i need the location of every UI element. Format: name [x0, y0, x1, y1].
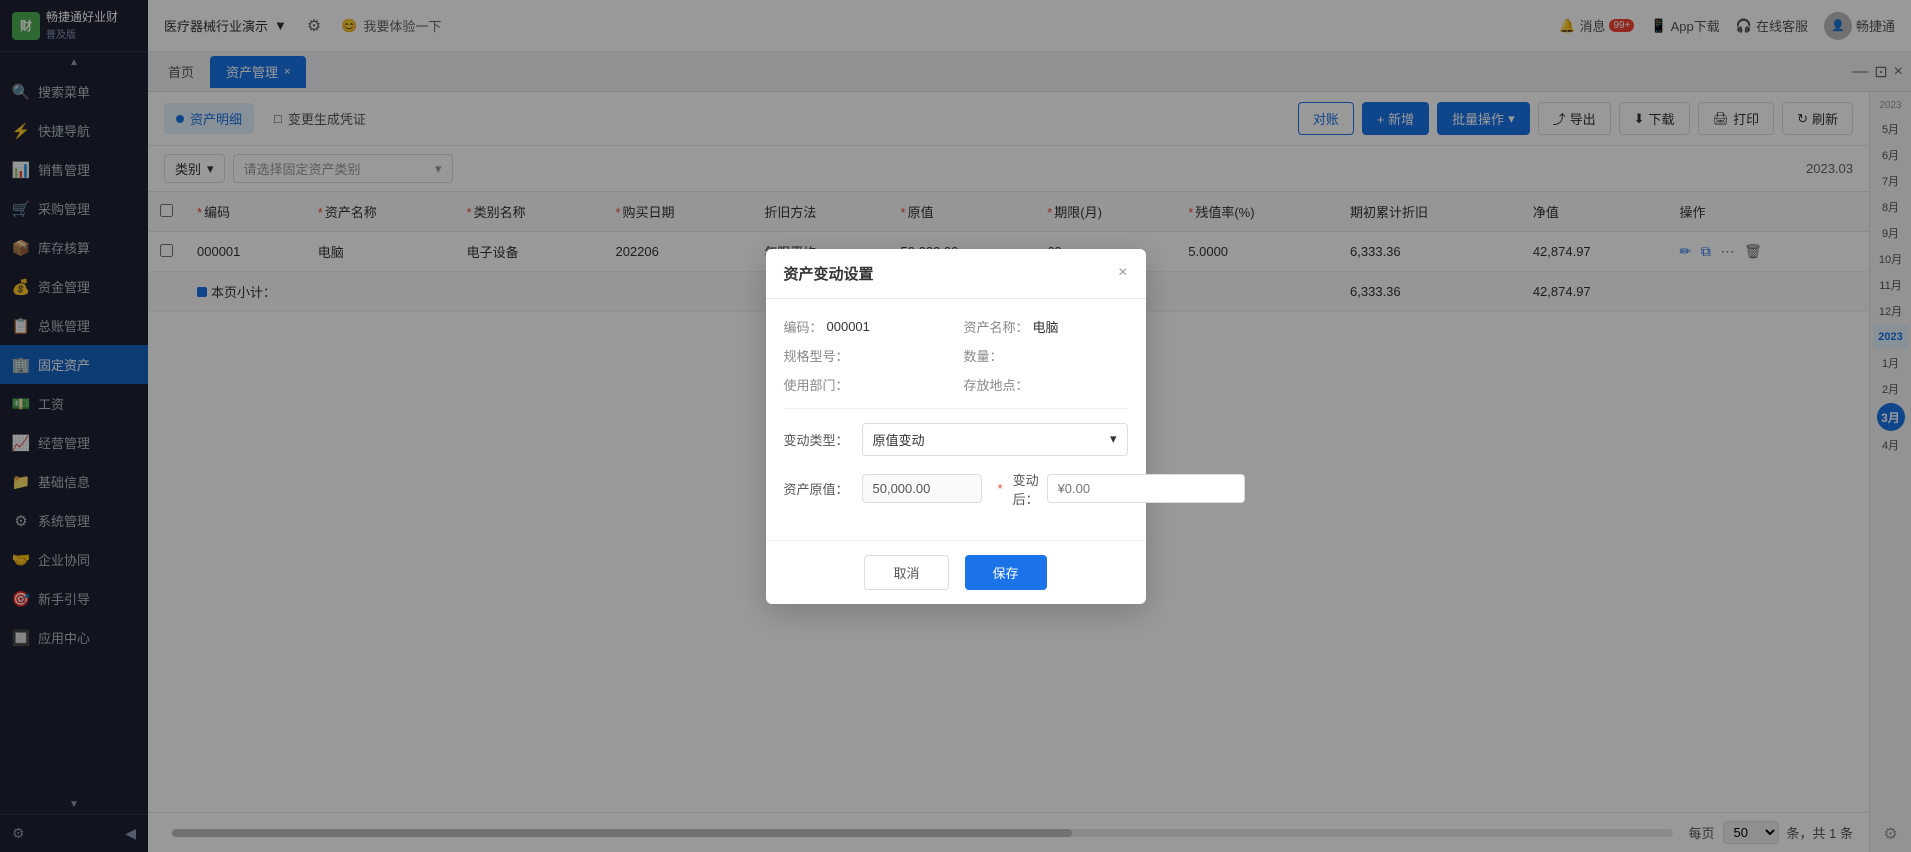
modal-body: 编码： 000001 资产名称： 电脑 规格型号： 数量： 使用部门：: [766, 299, 1146, 540]
modal-after-change-label: 变动后：: [1013, 470, 1039, 508]
modal-change-type-select[interactable]: 原值变动 ▾: [862, 423, 1128, 456]
modal-asset-value-input: [862, 474, 982, 503]
modal-required-mark: *: [998, 481, 1003, 496]
modal-change-type-value: 原值变动: [873, 430, 925, 449]
modal-after-change-input[interactable]: [1047, 474, 1245, 503]
modal-storage-label: 存放地点：: [964, 375, 1029, 394]
modal-code-item: 编码： 000001: [784, 317, 948, 336]
modal-spec-label: 规格型号：: [784, 346, 849, 365]
modal-code-label: 编码：: [784, 317, 823, 336]
modal-header: 资产变动设置 ×: [766, 249, 1146, 299]
modal-save-button[interactable]: 保存: [965, 555, 1047, 590]
modal-spec-item: 规格型号：: [784, 346, 948, 365]
modal-change-type-row: 变动类型： 原值变动 ▾: [784, 423, 1128, 456]
modal-quantity-label: 数量：: [964, 346, 1003, 365]
modal-dept-label: 使用部门：: [784, 375, 849, 394]
modal-change-type-arrow-icon: ▾: [1110, 431, 1117, 447]
modal-footer: 取消 保存: [766, 540, 1146, 604]
modal-info-grid: 编码： 000001 资产名称： 电脑 规格型号： 数量： 使用部门：: [784, 317, 1128, 409]
modal-asset-value-row: 资产原值： * 变动后：: [784, 470, 1128, 508]
modal-change-type-label: 变动类型：: [784, 430, 854, 449]
modal-storage-item: 存放地点：: [964, 375, 1128, 394]
modal-dept-item: 使用部门：: [784, 375, 948, 394]
modal-asset-name-label: 资产名称：: [964, 317, 1029, 336]
modal-title: 资产变动设置: [784, 263, 874, 284]
modal-overlay: 资产变动设置 × 编码： 000001 资产名称： 电脑 规格型号： 数量：: [0, 0, 1911, 852]
modal-close-btn[interactable]: ×: [1118, 264, 1127, 282]
asset-change-modal: 资产变动设置 × 编码： 000001 资产名称： 电脑 规格型号： 数量：: [766, 249, 1146, 604]
modal-cancel-button[interactable]: 取消: [864, 555, 948, 590]
modal-quantity-item: 数量：: [964, 346, 1128, 365]
modal-asset-name-item: 资产名称： 电脑: [964, 317, 1128, 336]
modal-asset-name-value: 电脑: [1033, 317, 1059, 336]
modal-code-value: 000001: [827, 319, 870, 334]
modal-asset-value-label: 资产原值：: [784, 479, 854, 498]
